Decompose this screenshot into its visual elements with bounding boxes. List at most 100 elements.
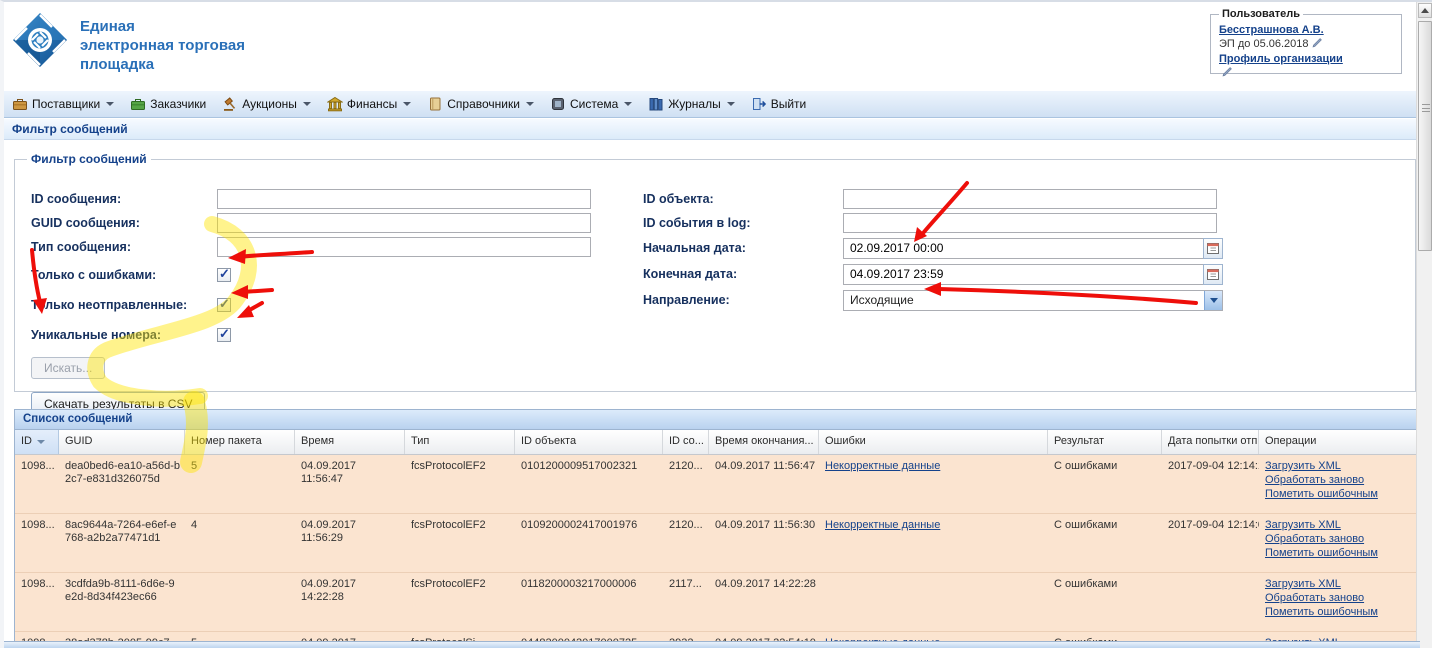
chevron-down-icon [624, 102, 633, 106]
start-date-calendar-button[interactable] [1203, 237, 1223, 259]
column-header-id-so[interactable]: ID со... [663, 430, 709, 454]
column-header-object-id[interactable]: ID объекта [515, 430, 663, 454]
cell-result: С ошибками [1054, 578, 1118, 590]
logo-diamond-icon [13, 13, 67, 67]
error-details-link[interactable]: Некорректные данные [825, 460, 940, 472]
menu-label: Система [569, 97, 619, 111]
combo-arrow-button[interactable] [1204, 290, 1222, 310]
cell-id: 1098... [21, 519, 55, 531]
unique-numbers-checkbox[interactable] [217, 326, 231, 342]
reprocess-link[interactable]: Обработать заново [1265, 592, 1414, 605]
edit-cert-pencil-icon[interactable] [1312, 37, 1323, 51]
user-cert-text: ЭП до 05.06.2018 [1219, 38, 1309, 50]
cell-id: 1098... [21, 460, 55, 472]
cell-type: fcsProtocolEF2 [411, 578, 486, 590]
mark-error-link[interactable]: Пометить ошибочным [1265, 547, 1414, 560]
menu-label: Справочники [447, 97, 520, 111]
load-xml-link[interactable]: Загрузить XML [1265, 578, 1414, 591]
logo: Единая электронная торговая площадка [12, 12, 245, 74]
object-id-input[interactable] [843, 189, 1217, 209]
page-title: Фильтр сообщений [4, 119, 1416, 140]
end-date-calendar-button[interactable] [1203, 263, 1223, 285]
menu-item-customers[interactable]: Заказчики [130, 96, 206, 112]
chevron-up-icon [1421, 8, 1429, 13]
menu-item-auctions[interactable]: Аукционы [222, 96, 311, 112]
column-header-result[interactable]: Результат [1048, 430, 1162, 454]
cell-id-so: 2117... [669, 578, 702, 590]
menu-item-suppliers[interactable]: Поставщики [12, 96, 115, 112]
org-profile-link[interactable]: Профиль организации [1219, 53, 1343, 65]
load-xml-link[interactable]: Загрузить XML [1265, 460, 1414, 473]
reprocess-link[interactable]: Обработать заново [1265, 474, 1414, 487]
logo-line3: площадка [80, 55, 155, 73]
chevron-down-icon [1209, 297, 1218, 303]
object-id-label: ID объекта: [643, 192, 714, 206]
column-header-time[interactable]: Время [295, 430, 405, 454]
menu-label: Выйти [770, 97, 807, 111]
user-panel-legend: Пользователь [1222, 8, 1301, 20]
column-header-guid[interactable]: GUID [59, 430, 185, 454]
column-header-attempt-date[interactable]: Дата попытки отп... [1162, 430, 1259, 454]
cell-attempt-date: 2017-09-04 12:14:09 [1168, 519, 1259, 531]
column-header-id[interactable]: ID [15, 430, 59, 454]
cell-time: 04.09.2017 11:56:47 [301, 460, 357, 485]
vertical-scrollbar[interactable] [1416, 2, 1432, 648]
start-date-input[interactable] [843, 237, 1203, 259]
column-header-end-time[interactable]: Время окончания... [709, 430, 819, 454]
reprocess-link[interactable]: Обработать заново [1265, 533, 1414, 546]
scrollbar-thumb[interactable] [1418, 21, 1432, 251]
mark-error-link[interactable]: Пометить ошибочным [1265, 488, 1414, 501]
menu-item-system[interactable]: Система [550, 96, 633, 112]
cell-type: fcsProtocolEF2 [411, 460, 486, 472]
user-name-link[interactable]: Бесстрашнова А.В. [1219, 24, 1324, 36]
edit-org-pencil-icon[interactable] [1222, 66, 1233, 80]
direction-select[interactable]: Исходящие [843, 289, 1223, 311]
end-date-input[interactable] [843, 263, 1203, 285]
cell-end-time: 04.09.2017 11:56:47 [715, 460, 816, 472]
cell-type: fcsProtocolEF2 [411, 519, 486, 531]
log-event-id-input[interactable] [843, 213, 1217, 233]
menu-label: Журналы [668, 97, 721, 111]
menu-label: Финансы [346, 97, 398, 111]
errors-only-checkbox[interactable] [217, 266, 231, 282]
chevron-down-icon [106, 102, 115, 106]
scrollbar-up-button[interactable] [1418, 3, 1432, 18]
cell-operations: Загрузить XML Обработать заново Пометить… [1259, 514, 1419, 572]
chevron-down-icon [302, 102, 311, 106]
directories-icon [430, 97, 441, 111]
column-header-operations[interactable]: Операции [1259, 430, 1419, 454]
header: Единая электронная торговая площадка Пол… [4, 2, 1416, 88]
sort-desc-icon [37, 440, 45, 444]
table-row: 1098... dea0bed6-ea10-a56d-b2c7-e831d326… [15, 455, 1419, 514]
load-xml-link[interactable]: Загрузить XML [1265, 519, 1414, 532]
exit-icon [752, 98, 766, 110]
message-guid-input[interactable] [217, 213, 591, 233]
logo-line2: электронная торговая [80, 36, 245, 54]
mark-error-link[interactable]: Пометить ошибочным [1265, 606, 1414, 619]
cell-object-id: 0118200003217000006 [521, 578, 637, 590]
unsent-only-checkbox[interactable] [217, 296, 231, 312]
column-header-errors[interactable]: Ошибки [819, 430, 1048, 454]
search-button[interactable]: Искать... [31, 357, 106, 379]
menu-item-exit[interactable]: Выйти [751, 96, 807, 112]
message-type-input[interactable] [217, 237, 591, 257]
error-details-link[interactable]: Некорректные данные [825, 519, 940, 531]
end-date-label: Конечная дата: [643, 267, 738, 281]
logo-line1: Единая [80, 18, 135, 35]
cell-id-so: 2120... [669, 519, 703, 531]
menu-item-journals[interactable]: Журналы [648, 96, 735, 112]
column-header-type[interactable]: Тип [405, 430, 515, 454]
cell-id: 1098... [21, 578, 55, 590]
message-id-input[interactable] [217, 189, 591, 209]
column-header-packet[interactable]: Номер пакета [185, 430, 295, 454]
table-row: 1098... 3cdfda9b-8111-6d6e-9e2d-8d34f423… [15, 573, 1419, 632]
main-menu: Поставщики Заказчики Аукционы Финансы Сп… [4, 90, 1416, 118]
menu-label: Аукционы [242, 97, 297, 111]
filter-fieldset: Фильтр сообщений ID сообщения: GUID сооб… [14, 152, 1416, 416]
menu-item-directories[interactable]: Справочники [427, 96, 534, 112]
cell-packet: 4 [191, 519, 198, 531]
menu-item-finance[interactable]: Финансы [326, 96, 412, 112]
cell-packet [185, 573, 295, 631]
cell-object-id: 0101200009517002321 [521, 460, 638, 472]
message-id-label: ID сообщения: [31, 192, 122, 206]
